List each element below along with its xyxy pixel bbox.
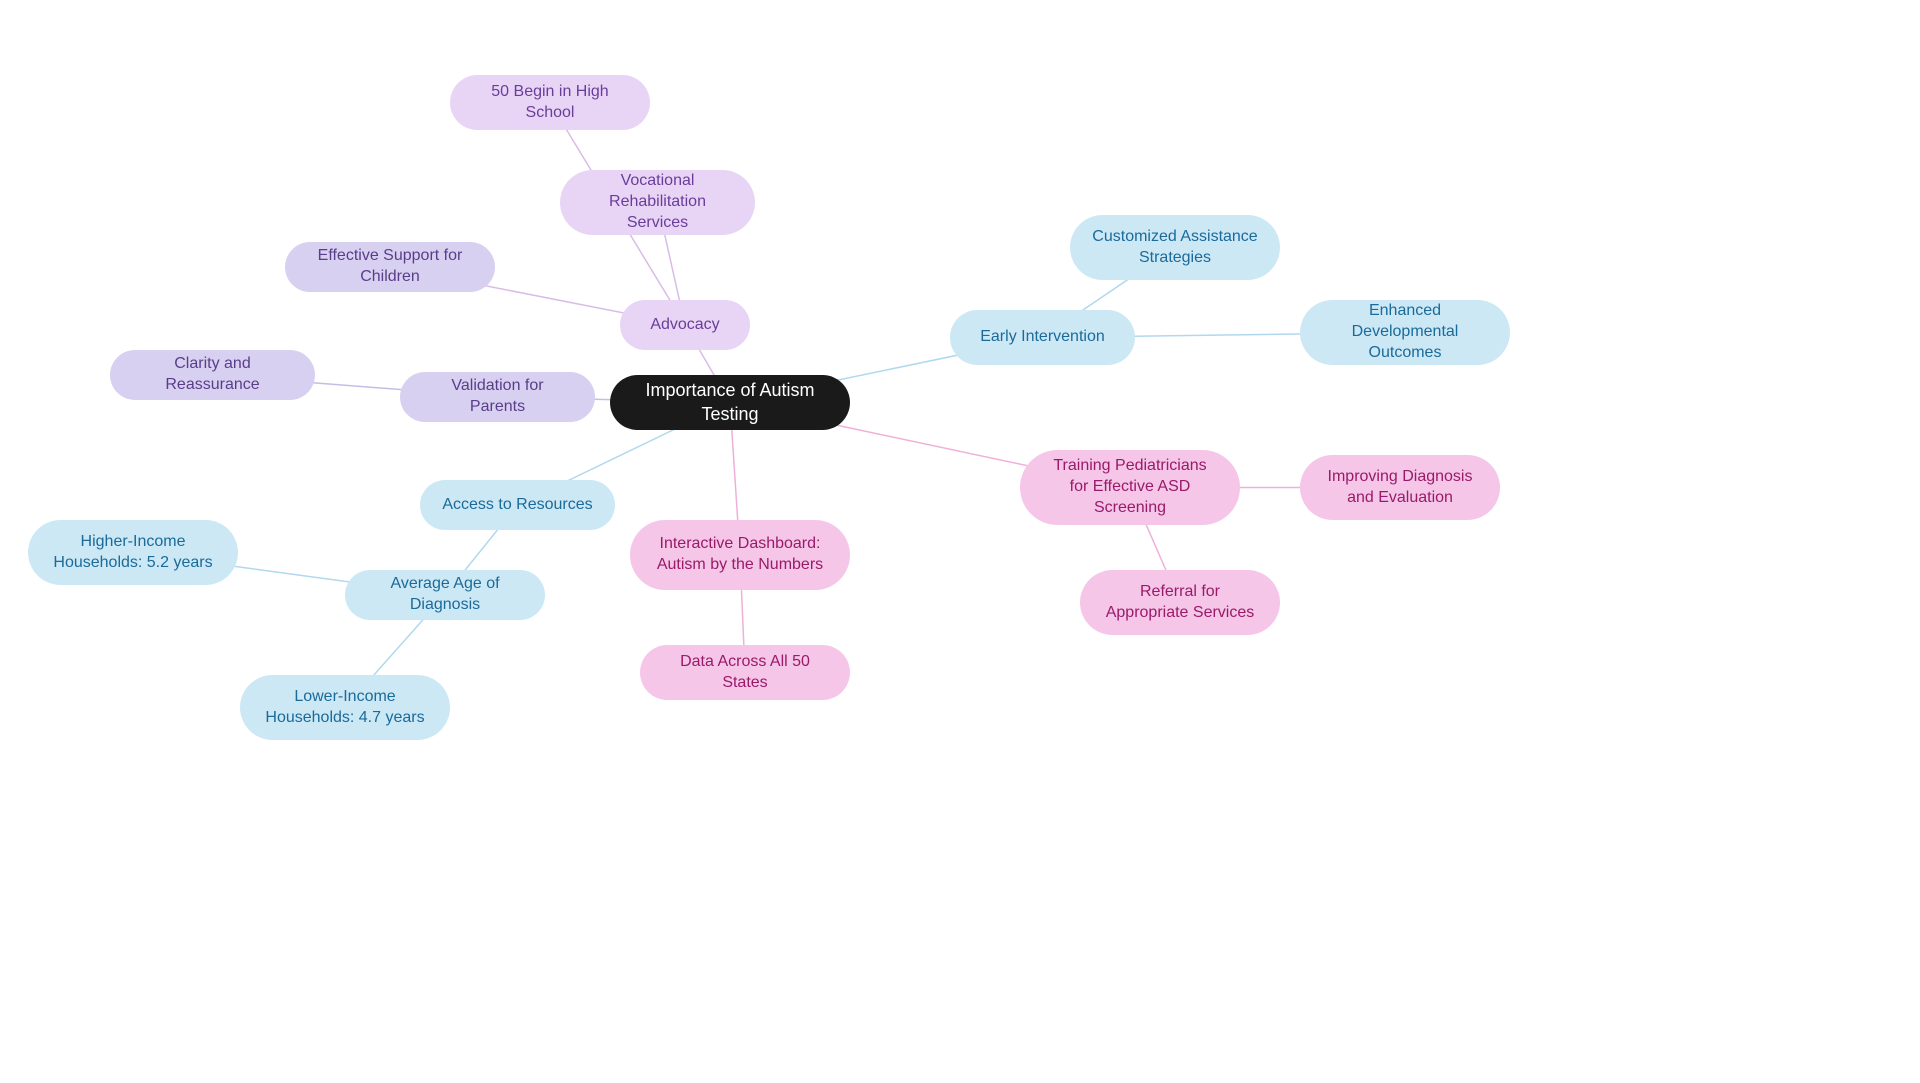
- label-referral: Referral for Appropriate Services: [1102, 582, 1258, 624]
- label-vocational: Vocational Rehabilitation Services: [582, 171, 733, 233]
- node-vocational: Vocational Rehabilitation Services: [560, 170, 755, 235]
- label-high-school: 50 Begin in High School: [472, 82, 628, 124]
- node-avg-age: Average Age of Diagnosis: [345, 570, 545, 620]
- node-customized: Customized Assistance Strategies: [1070, 215, 1280, 280]
- label-access-resources: Access to Resources: [442, 495, 592, 516]
- node-training: Training Pediatricians for Effective ASD…: [1020, 450, 1240, 525]
- node-advocacy: Advocacy: [620, 300, 750, 350]
- node-effective-support: Effective Support for Children: [285, 242, 495, 292]
- label-effective-support: Effective Support for Children: [307, 246, 473, 288]
- label-dashboard: Interactive Dashboard: Autism by the Num…: [652, 534, 828, 576]
- node-high-school: 50 Begin in High School: [450, 75, 650, 130]
- node-enhanced: Enhanced Developmental Outcomes: [1300, 300, 1510, 365]
- label-training: Training Pediatricians for Effective ASD…: [1042, 456, 1218, 518]
- label-data-states: Data Across All 50 States: [662, 652, 828, 694]
- label-clarity: Clarity and Reassurance: [132, 354, 293, 396]
- node-improving: Improving Diagnosis and Evaluation: [1300, 455, 1500, 520]
- node-clarity: Clarity and Reassurance: [110, 350, 315, 400]
- node-early-intervention: Early Intervention: [950, 310, 1135, 365]
- label-improving: Improving Diagnosis and Evaluation: [1322, 467, 1478, 509]
- label-advocacy: Advocacy: [650, 315, 719, 336]
- label-early-intervention: Early Intervention: [980, 327, 1105, 348]
- node-lower-income: Lower-Income Households: 4.7 years: [240, 675, 450, 740]
- node-dashboard: Interactive Dashboard: Autism by the Num…: [630, 520, 850, 590]
- label-avg-age: Average Age of Diagnosis: [367, 574, 523, 616]
- center-node: Importance of Autism Testing: [610, 375, 850, 430]
- label-validation: Validation for Parents: [422, 376, 573, 418]
- label-enhanced: Enhanced Developmental Outcomes: [1322, 301, 1488, 363]
- node-higher-income: Higher-Income Households: 5.2 years: [28, 520, 238, 585]
- center-label: Importance of Autism Testing: [632, 379, 828, 426]
- label-lower-income: Lower-Income Households: 4.7 years: [262, 687, 428, 729]
- node-data-states: Data Across All 50 States: [640, 645, 850, 700]
- node-referral: Referral for Appropriate Services: [1080, 570, 1280, 635]
- node-access-resources: Access to Resources: [420, 480, 615, 530]
- label-customized: Customized Assistance Strategies: [1092, 227, 1258, 269]
- label-higher-income: Higher-Income Households: 5.2 years: [50, 532, 216, 574]
- node-validation: Validation for Parents: [400, 372, 595, 422]
